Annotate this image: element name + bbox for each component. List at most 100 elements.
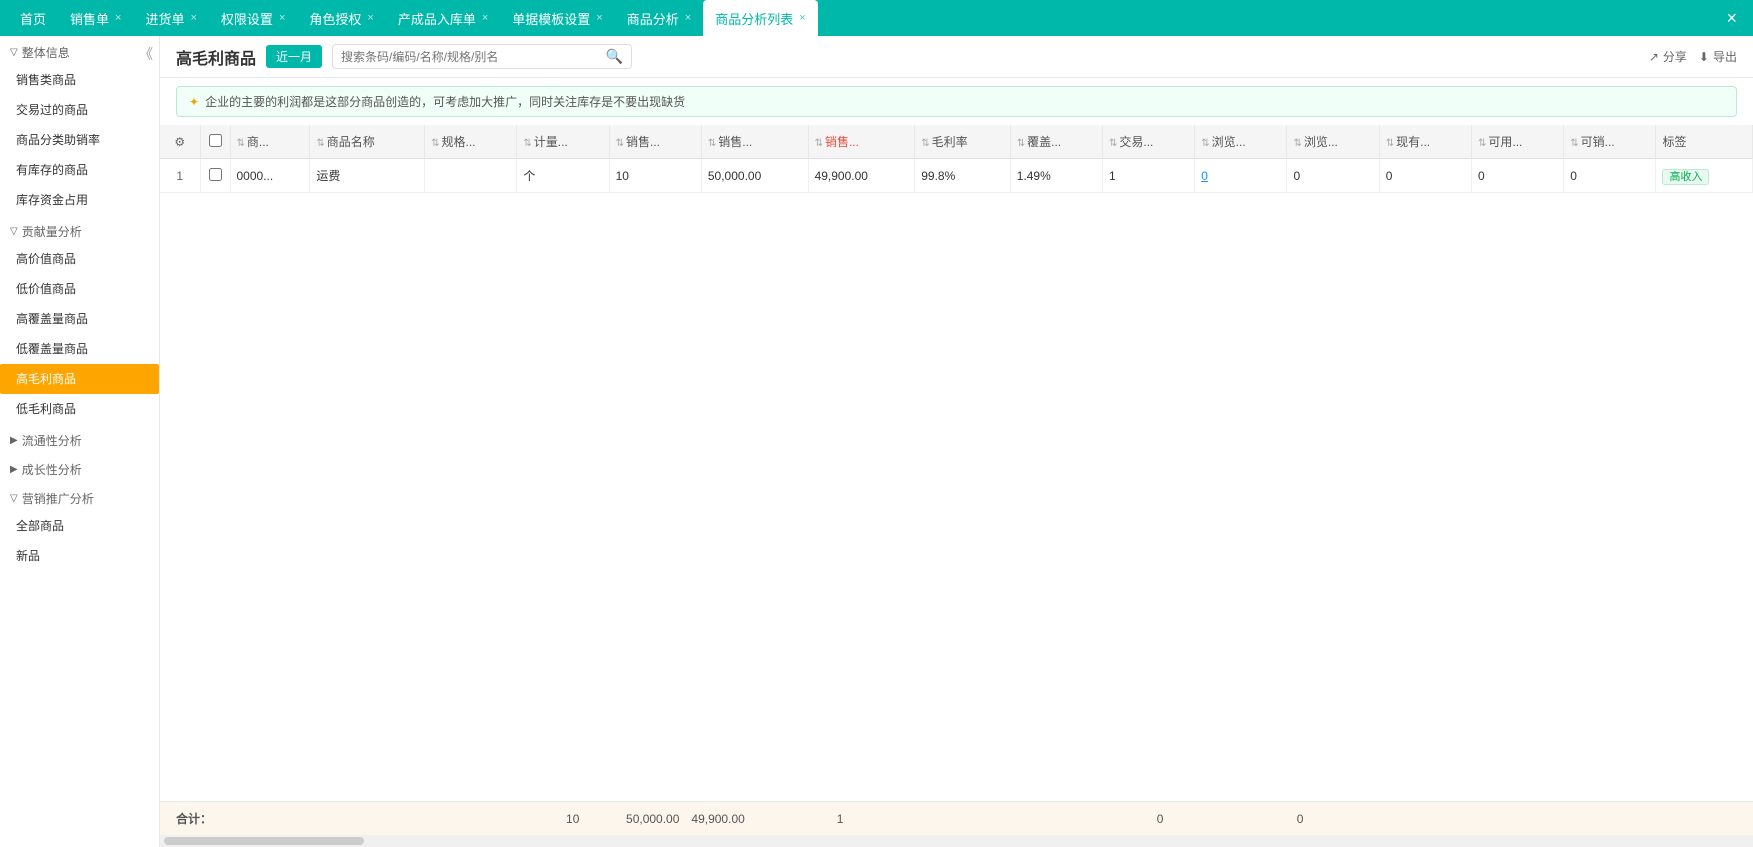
- footer-usable: 0: [1291, 812, 1351, 826]
- sidebar-item-low-value[interactable]: 低价值商品: [0, 274, 159, 304]
- sort-icon: ⇅: [1109, 138, 1117, 149]
- sidebar-group-growth[interactable]: ▶ 成长性分析: [0, 453, 159, 482]
- row-tag: 高收入: [1656, 159, 1753, 193]
- nav-analysis-list[interactable]: 商品分析列表 ×: [703, 0, 817, 36]
- nav-home[interactable]: 首页: [8, 0, 58, 36]
- period-button[interactable]: 近一月: [266, 45, 322, 68]
- row-sales2: 50,000.00: [701, 159, 808, 193]
- col-coverage[interactable]: ⇅覆盖...: [1010, 125, 1102, 159]
- footer-sales1: 10: [560, 812, 620, 826]
- col-current[interactable]: ⇅现有...: [1379, 125, 1471, 159]
- sidebar-item-stock-capital[interactable]: 库存资金占用: [0, 185, 159, 215]
- col-browse1[interactable]: ⇅浏览...: [1195, 125, 1287, 159]
- sidebar-group-flow[interactable]: ▶ 流通性分析: [0, 424, 159, 453]
- footer-current: 0: [1151, 812, 1211, 826]
- arrow-contribution: ▽: [10, 226, 18, 237]
- sidebar-group-contribution[interactable]: ▽ 贡献量分析: [0, 215, 159, 244]
- row-coverage: 1.49%: [1010, 159, 1102, 193]
- close-analysis-list-tab[interactable]: ×: [799, 12, 805, 24]
- footer-sales3: 49,900.00: [685, 812, 750, 826]
- col-name[interactable]: ⇅商品名称: [310, 125, 425, 159]
- col-sales1[interactable]: ⇅销售...: [609, 125, 701, 159]
- sidebar-item-stocked-goods[interactable]: 有库存的商品: [0, 155, 159, 185]
- sort-icon: ⇅: [523, 138, 531, 149]
- close-sales-tab[interactable]: ×: [115, 12, 121, 24]
- close-analysis-tab[interactable]: ×: [685, 12, 691, 24]
- row-current: 0: [1379, 159, 1471, 193]
- sidebar-item-category-assist[interactable]: 商品分类助销率: [0, 125, 159, 155]
- close-permission-tab[interactable]: ×: [279, 12, 285, 24]
- sort-icon: ⇅: [1478, 138, 1486, 149]
- sort-icon: ⇅: [237, 138, 245, 149]
- col-checkbox[interactable]: [200, 125, 230, 159]
- row-browse1[interactable]: 0: [1195, 159, 1287, 193]
- sidebar-item-sales-goods[interactable]: 销售类商品: [0, 65, 159, 95]
- info-banner: ✦ 企业的主要的利润都是这部分商品创造的，可考虑加大推广，同时关注库存是不要出现…: [176, 86, 1737, 117]
- nav-product-in[interactable]: 产成品入库单 ×: [386, 0, 500, 36]
- nav-role[interactable]: 角色授权 ×: [297, 0, 385, 36]
- col-code[interactable]: ⇅商...: [230, 125, 310, 159]
- horizontal-scrollbar[interactable]: [160, 835, 1753, 847]
- row-name: 运费: [310, 159, 425, 193]
- row-sales1: 10: [609, 159, 701, 193]
- sidebar-item-high-coverage[interactable]: 高覆盖量商品: [0, 304, 159, 334]
- close-template-tab[interactable]: ×: [596, 12, 602, 24]
- row-checkbox[interactable]: [200, 159, 230, 193]
- col-tag[interactable]: 标签: [1656, 125, 1753, 159]
- col-sales3[interactable]: ⇅销售...: [808, 125, 915, 159]
- nav-template[interactable]: 单据模板设置 ×: [500, 0, 614, 36]
- sidebar-collapse-btn[interactable]: 《: [139, 44, 153, 64]
- export-icon: ⬇: [1699, 50, 1709, 64]
- export-button[interactable]: ⬇ 导出: [1699, 48, 1737, 65]
- sort-icon: ⇅: [1570, 138, 1578, 149]
- row-code: 0000...: [230, 159, 310, 193]
- close-window-btn[interactable]: ×: [1718, 8, 1745, 29]
- close-purchase-tab[interactable]: ×: [190, 12, 196, 24]
- sort-icon: ⇅: [431, 138, 439, 149]
- close-role-tab[interactable]: ×: [367, 12, 373, 24]
- row-gross: 99.8%: [915, 159, 1010, 193]
- close-product-in-tab[interactable]: ×: [482, 12, 488, 24]
- row-unit: 个: [517, 159, 609, 193]
- search-box: 🔍: [332, 44, 632, 69]
- sidebar-item-all-goods[interactable]: 全部商品: [0, 511, 159, 541]
- footer-cells: 10 50,000.00 49,900.00 1 0 0: [220, 812, 1737, 826]
- sidebar-group-marketing[interactable]: ▽ 营销推广分析: [0, 482, 159, 511]
- sidebar-item-new-goods[interactable]: 新品: [0, 541, 159, 571]
- row-select-checkbox[interactable]: [209, 168, 222, 181]
- search-icon[interactable]: 🔍: [606, 48, 623, 65]
- sort-icon: ⇅: [1293, 138, 1301, 149]
- top-nav: 首页 销售单 × 进货单 × 权限设置 × 角色授权 × 产成品入库单 × 单据…: [0, 0, 1753, 36]
- sidebar-item-high-margin[interactable]: 高毛利商品: [0, 364, 159, 394]
- header-actions: ↗ 分享 ⬇ 导出: [1649, 48, 1737, 65]
- col-browse2[interactable]: ⇅浏览...: [1287, 125, 1379, 159]
- share-button[interactable]: ↗ 分享: [1649, 48, 1687, 65]
- nav-purchase[interactable]: 进货单 ×: [133, 0, 208, 36]
- col-usable[interactable]: ⇅可用...: [1471, 125, 1563, 159]
- col-sellable[interactable]: ⇅可销...: [1564, 125, 1656, 159]
- nav-sales[interactable]: 销售单 ×: [58, 0, 133, 36]
- sidebar-item-low-margin[interactable]: 低毛利商品: [0, 394, 159, 424]
- select-all-checkbox[interactable]: [209, 134, 222, 147]
- col-settings[interactable]: ⚙: [160, 125, 200, 159]
- sort-icon: ⇅: [1386, 138, 1394, 149]
- col-spec[interactable]: ⇅规格...: [425, 125, 517, 159]
- sidebar-item-traded-goods[interactable]: 交易过的商品: [0, 95, 159, 125]
- scrollbar-thumb[interactable]: [164, 837, 364, 845]
- sidebar-item-high-value[interactable]: 高价值商品: [0, 244, 159, 274]
- sidebar-item-low-coverage[interactable]: 低覆盖量商品: [0, 334, 159, 364]
- row-transaction: 1: [1102, 159, 1194, 193]
- nav-analysis[interactable]: 商品分析 ×: [615, 0, 703, 36]
- info-icon: ✦: [189, 95, 199, 109]
- nav-permission[interactable]: 权限设置 ×: [209, 0, 297, 36]
- arrow-overall: ▽: [10, 47, 18, 58]
- col-sales2[interactable]: ⇅销售...: [701, 125, 808, 159]
- col-gross[interactable]: ⇅毛利率: [915, 125, 1010, 159]
- col-unit[interactable]: ⇅计量...: [517, 125, 609, 159]
- col-transaction[interactable]: ⇅交易...: [1102, 125, 1194, 159]
- sidebar-group-overall[interactable]: ▽ 整体信息: [0, 36, 159, 65]
- table-container[interactable]: ⚙ ⇅商... ⇅商品名称 ⇅规格... ⇅计量... ⇅销售... ⇅销售..…: [160, 125, 1753, 801]
- data-table: ⚙ ⇅商... ⇅商品名称 ⇅规格... ⇅计量... ⇅销售... ⇅销售..…: [160, 125, 1753, 193]
- search-input[interactable]: [341, 50, 606, 64]
- arrow-growth: ▶: [10, 464, 18, 475]
